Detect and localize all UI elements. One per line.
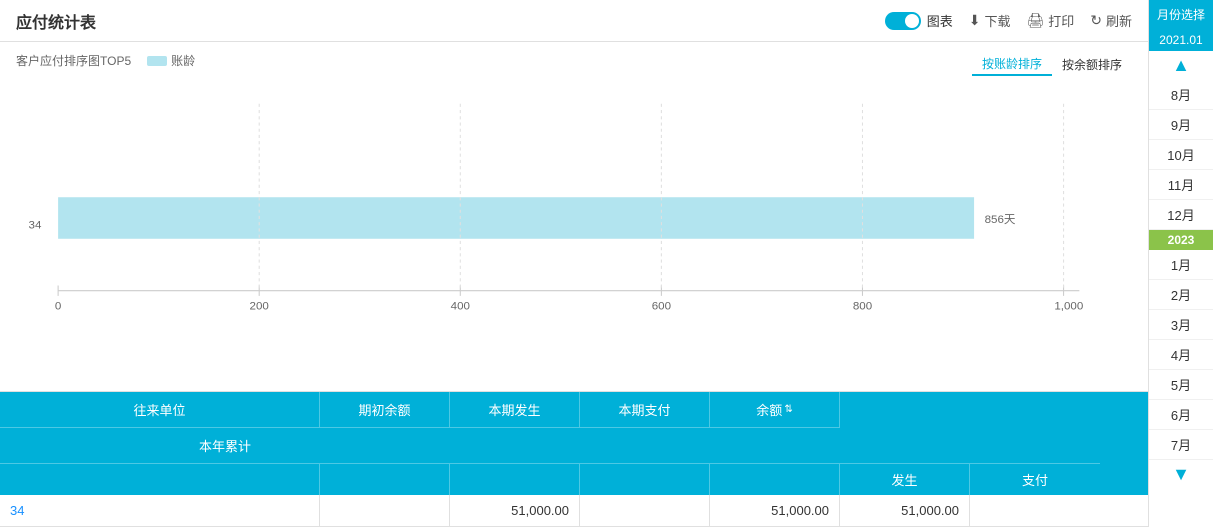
refresh-button[interactable]: ↻ 刷新	[1090, 11, 1132, 30]
refresh-label: 刷新	[1106, 11, 1132, 30]
sidebar-month-4[interactable]: 4月	[1149, 340, 1213, 370]
legend-item-age: 账龄	[147, 52, 195, 69]
th-balance-text: 余额	[756, 400, 782, 419]
sidebar: 月份选择 2021.01 ▲ 8月 9月 10月 11月 12月 2023 1月…	[1148, 0, 1213, 527]
sort-balance-icon: ⇅	[784, 404, 792, 415]
sidebar-nav-up-button[interactable]: ▲	[1149, 51, 1213, 80]
sort-by-balance-button[interactable]: 按余额排序	[1052, 53, 1132, 76]
table-row: 34 51,000.00 51,000.00 51,000.00	[0, 495, 1148, 527]
page-title: 应付统计表	[16, 9, 96, 33]
chart-label: 图表	[927, 11, 953, 30]
table-area: 往来单位 期初余额 本期发生 本期支付 余额 ⇅ 本年累计 发生 支付	[0, 391, 1148, 527]
chart-legend-title: 客户应付排序图TOP5	[16, 52, 131, 69]
sidebar-month-12[interactable]: 12月	[1149, 200, 1213, 230]
chart-legend: 客户应付排序图TOP5 账龄	[16, 52, 195, 69]
th-unit: 往来单位	[0, 392, 320, 428]
svg-text:200: 200	[250, 300, 269, 312]
svg-text:400: 400	[451, 300, 470, 312]
th-ytd-occ: 发生	[840, 463, 970, 495]
th-ytd-group: 本年累计	[0, 428, 450, 463]
download-label: 下载	[984, 11, 1010, 30]
svg-text:34: 34	[29, 219, 42, 231]
sidebar-month-6[interactable]: 6月	[1149, 400, 1213, 430]
th-opening: 期初余额	[320, 392, 450, 428]
sidebar-nav-down-button[interactable]: ▼	[1149, 460, 1213, 489]
sidebar-current-date: 2021.01	[1149, 29, 1213, 51]
bar-chart: 34 856天 0 200 400 600 8	[16, 83, 1132, 353]
td-ytd-pay	[970, 495, 1100, 526]
sidebar-month-8[interactable]: 8月	[1149, 80, 1213, 110]
svg-text:1,000: 1,000	[1054, 300, 1083, 312]
print-label: 打印	[1048, 11, 1074, 30]
chart-toggle-wrap[interactable]: 图表	[885, 11, 953, 30]
td-ytd-occ: 51,000.00	[840, 495, 970, 526]
sidebar-month-11[interactable]: 11月	[1149, 170, 1213, 200]
chart-area: 客户应付排序图TOP5 账龄 按账龄排序 按余额排序 34	[0, 42, 1148, 391]
th-occurrence: 本期发生	[450, 392, 580, 428]
th-balance: 余额 ⇅	[710, 392, 840, 428]
download-icon: ⬇	[969, 12, 981, 29]
legend-color-age	[147, 56, 167, 66]
sidebar-month-9[interactable]: 9月	[1149, 110, 1213, 140]
table-header-row2: 发生 支付	[0, 463, 1148, 495]
sidebar-year-tag: 2023	[1149, 230, 1213, 250]
sort-by-age-button[interactable]: 按账龄排序	[972, 53, 1052, 76]
sidebar-month-2[interactable]: 2月	[1149, 280, 1213, 310]
svg-text:800: 800	[853, 300, 872, 312]
header-actions: 图表 ⬇ 下载 🖨 打印 ↻ 刷新	[885, 11, 1132, 30]
bar-34	[58, 197, 974, 239]
print-button[interactable]: 🖨 打印	[1026, 11, 1074, 30]
td-unit[interactable]: 34	[0, 495, 320, 526]
td-balance: 51,000.00	[710, 495, 840, 526]
sidebar-month-5[interactable]: 5月	[1149, 370, 1213, 400]
sidebar-header: 月份选择	[1149, 0, 1213, 29]
th-payment: 本期支付	[580, 392, 710, 428]
td-payment	[580, 495, 710, 526]
download-button[interactable]: ⬇ 下载	[969, 11, 1011, 30]
chart-toggle[interactable]	[885, 12, 921, 30]
svg-text:856天: 856天	[985, 214, 1016, 226]
table-header-row1: 往来单位 期初余额 本期发生 本期支付 余额 ⇅ 本年累计	[0, 392, 1148, 463]
sidebar-month-7[interactable]: 7月	[1149, 430, 1213, 460]
td-occurrence: 51,000.00	[450, 495, 580, 526]
svg-text:600: 600	[652, 300, 671, 312]
refresh-icon: ↻	[1090, 12, 1102, 29]
sidebar-month-3[interactable]: 3月	[1149, 310, 1213, 340]
sidebar-month-10[interactable]: 10月	[1149, 140, 1213, 170]
svg-text:0: 0	[55, 300, 61, 312]
td-opening	[320, 495, 450, 526]
print-icon: 🖨	[1026, 12, 1044, 29]
sidebar-month-1[interactable]: 1月	[1149, 250, 1213, 280]
sort-buttons: 按账龄排序 按余额排序	[972, 53, 1132, 76]
th-ytd-pay: 支付	[970, 463, 1100, 495]
chart-wrapper: 34 856天 0 200 400 600 8	[16, 83, 1132, 353]
legend-label-age: 账龄	[171, 52, 195, 69]
